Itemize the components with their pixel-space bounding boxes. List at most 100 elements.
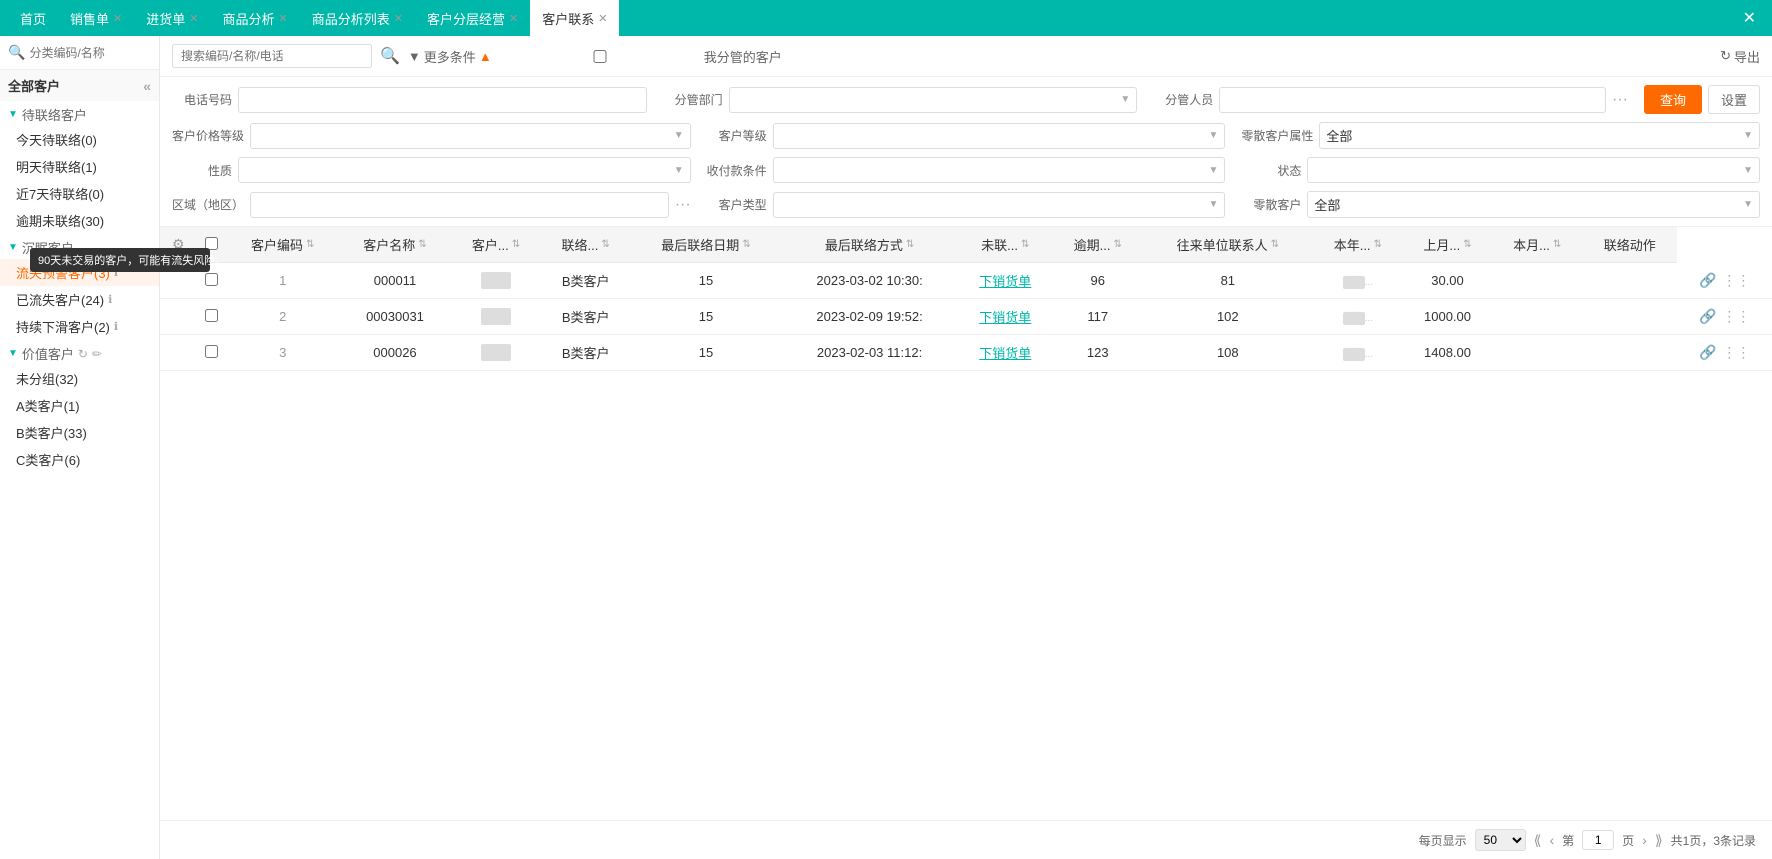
row-this-month bbox=[1582, 263, 1677, 299]
nav-tab-customer-layer[interactable]: 客户分层经营 ✕ bbox=[415, 0, 530, 36]
sidebar-search-icon: 🔍 bbox=[8, 44, 25, 61]
nav-tab-sales[interactable]: 销售单 ✕ bbox=[58, 0, 134, 36]
filter-payment-select[interactable]: ▼ bbox=[773, 157, 1226, 183]
nav-tab-customer-contact[interactable]: 客户联系 ✕ bbox=[530, 0, 619, 36]
value-group-refresh[interactable]: ↻ bbox=[78, 347, 88, 361]
col-action: 联络动作 bbox=[1582, 227, 1677, 263]
filter-zero-customer-select[interactable]: 全部 ▼ bbox=[1307, 191, 1760, 218]
page-number-input[interactable] bbox=[1582, 830, 1614, 850]
prev-page-btn[interactable]: ‹ bbox=[1549, 832, 1554, 848]
action-link-icon[interactable]: 🔗 bbox=[1699, 344, 1716, 361]
sidebar-group-value[interactable]: ▼ 价值客户 ↻ ✏ bbox=[0, 340, 159, 365]
sidebar-item-churned[interactable]: 已流失客户(24) ℹ bbox=[0, 286, 159, 313]
sort-thisyear-icon[interactable]: ⇅ bbox=[1374, 239, 1382, 250]
filter-button[interactable]: ▼ 更多条件 ▲ bbox=[408, 47, 492, 66]
row-last-method[interactable]: 下销货单 bbox=[958, 263, 1053, 299]
nav-tab-analysis-list[interactable]: 商品分析列表 ✕ bbox=[300, 0, 415, 36]
nav-tab-analysis[interactable]: 商品分析 ✕ bbox=[210, 0, 299, 36]
row-name: ██ bbox=[451, 335, 541, 371]
sort-lastmethod-icon[interactable]: ⇅ bbox=[906, 239, 914, 250]
main-container: 🔍 全部客户 « ▼ 待联络客户 今天待联络(0) 明天待联络(1) 近7天待联… bbox=[0, 36, 1772, 859]
row-code: 000026 bbox=[339, 335, 451, 371]
sort-name-icon[interactable]: ⇅ bbox=[418, 239, 426, 250]
sidebar-item-overdue[interactable]: 逾期未联络(30) bbox=[0, 207, 159, 234]
sort-lastdate-icon[interactable]: ⇅ bbox=[742, 239, 750, 250]
manager-dots-icon[interactable]: ··· bbox=[1612, 91, 1628, 109]
sidebar-item-tomorrow[interactable]: 明天待联络(1) bbox=[0, 153, 159, 180]
sidebar-search-input[interactable] bbox=[29, 46, 160, 60]
last-page-btn[interactable]: ⟫ bbox=[1655, 832, 1663, 849]
per-page-select[interactable]: 50 20 100 200 bbox=[1475, 829, 1526, 851]
filter-status-select[interactable]: ▼ bbox=[1307, 157, 1760, 183]
filter-price-grade-select[interactable]: ▼ bbox=[250, 123, 691, 149]
nav-tab-purchase[interactable]: 进货单 ✕ bbox=[134, 0, 210, 36]
sidebar-item-declining[interactable]: 持续下滑客户(2) ℹ bbox=[0, 313, 159, 340]
filter-status: 状态 ▼ bbox=[1241, 157, 1760, 183]
row-action: 🔗 ⋮⋮ bbox=[1677, 299, 1772, 335]
region-dots-icon[interactable]: ··· bbox=[675, 196, 691, 214]
search-input[interactable] bbox=[172, 44, 372, 68]
filter-dept-select[interactable]: ▼ bbox=[729, 87, 1138, 113]
nav-home[interactable]: 首页 bbox=[8, 0, 58, 36]
row-last-method[interactable]: 下销货单 bbox=[958, 335, 1053, 371]
filter-manager-input[interactable] bbox=[1219, 87, 1606, 113]
next-page-btn[interactable]: › bbox=[1642, 832, 1647, 848]
row-checkbox[interactable] bbox=[197, 299, 227, 335]
value-group-edit[interactable]: ✏ bbox=[92, 347, 102, 361]
sidebar-item-a-class[interactable]: A类客户(1) bbox=[0, 392, 159, 419]
close-sales-tab[interactable]: ✕ bbox=[113, 12, 122, 25]
payment-arrow-icon: ▼ bbox=[1208, 165, 1218, 176]
sidebar-collapse-btn[interactable]: « bbox=[143, 78, 151, 94]
action-more-icon[interactable]: ⋮⋮ bbox=[1722, 308, 1750, 325]
sort-overdue-icon[interactable]: ⇅ bbox=[1114, 239, 1122, 250]
filter-zero-attr-select[interactable]: 全部 ▼ bbox=[1319, 122, 1760, 149]
info-icon-declining: ℹ bbox=[114, 320, 118, 333]
sort-contact-icon[interactable]: ⇅ bbox=[601, 239, 609, 250]
sort-nocontact-icon[interactable]: ⇅ bbox=[1021, 239, 1029, 250]
sidebar-item-ungroup[interactable]: 未分组(32) bbox=[0, 365, 159, 392]
filter-nature-select[interactable]: ▼ bbox=[238, 157, 691, 183]
content-area: 🔍 ▼ 更多条件 ▲ 我分管的客户 ↻ 导出 电话号码 bbox=[160, 36, 1772, 859]
sort-code-icon[interactable]: ⇅ bbox=[306, 239, 314, 250]
sidebar-item-c-class[interactable]: C类客户(6) bbox=[0, 446, 159, 473]
sidebar-item-7days[interactable]: 近7天待联络(0) bbox=[0, 180, 159, 207]
action-more-icon[interactable]: ⋮⋮ bbox=[1722, 344, 1750, 361]
row-checkbox[interactable] bbox=[197, 335, 227, 371]
action-link-icon[interactable]: 🔗 bbox=[1699, 308, 1716, 325]
close-analysis-list-tab[interactable]: ✕ bbox=[394, 12, 403, 25]
filter-row-3: 性质 ▼ 收付款条件 ▼ 状态 bbox=[172, 157, 1760, 183]
close-analysis-tab[interactable]: ✕ bbox=[279, 12, 288, 25]
sidebar-group-pending[interactable]: ▼ 待联络客户 bbox=[0, 101, 159, 126]
window-close-button[interactable]: ✕ bbox=[1735, 8, 1764, 28]
sidebar-item-b-class[interactable]: B类客户(33) bbox=[0, 419, 159, 446]
export-button[interactable]: ↻ 导出 bbox=[1720, 47, 1760, 66]
action-link-icon[interactable]: 🔗 bbox=[1699, 272, 1716, 289]
close-customer-layer-tab[interactable]: ✕ bbox=[509, 12, 518, 25]
row-code: 000011 bbox=[339, 263, 451, 299]
triangle-icon-dormant: ▼ bbox=[8, 242, 18, 253]
filter-customer-type: 客户类型 ▼ bbox=[707, 192, 1226, 218]
sort-lastmonth-icon[interactable]: ⇅ bbox=[1463, 239, 1471, 250]
sidebar-item-today[interactable]: 今天待联络(0) bbox=[0, 126, 159, 153]
close-customer-contact-tab[interactable]: ✕ bbox=[598, 12, 607, 25]
query-button[interactable]: 查询 bbox=[1644, 85, 1702, 114]
filter-region-input[interactable] bbox=[250, 192, 669, 218]
my-customers-checkbox[interactable]: 我分管的客户 bbox=[500, 47, 782, 66]
first-page-btn[interactable]: ⟪ bbox=[1534, 832, 1542, 849]
close-purchase-tab[interactable]: ✕ bbox=[189, 12, 198, 25]
filter-phone-input[interactable] bbox=[238, 87, 647, 113]
row-last-date: 2023-02-09 19:52: bbox=[782, 299, 958, 335]
row-last-method[interactable]: 下销货单 bbox=[958, 299, 1053, 335]
my-customers-check[interactable] bbox=[500, 50, 700, 63]
col-last-method: 最后联络方式⇅ bbox=[782, 227, 958, 263]
sort-type-icon[interactable]: ⇅ bbox=[512, 239, 520, 250]
filter-customer-type-select[interactable]: ▼ bbox=[773, 192, 1226, 218]
sort-contactperson-icon[interactable]: ⇅ bbox=[1271, 239, 1279, 250]
row-action: 🔗 ⋮⋮ bbox=[1677, 335, 1772, 371]
filter-panel: 电话号码 分管部门 ▼ 分管人员 ··· 查询 设置 bbox=[160, 77, 1772, 227]
sort-thismonth-icon[interactable]: ⇅ bbox=[1553, 239, 1561, 250]
setting-button[interactable]: 设置 bbox=[1708, 85, 1760, 114]
search-button[interactable]: 🔍 bbox=[380, 46, 400, 66]
action-more-icon[interactable]: ⋮⋮ bbox=[1722, 272, 1750, 289]
filter-customer-grade-select[interactable]: ▼ bbox=[773, 123, 1226, 149]
